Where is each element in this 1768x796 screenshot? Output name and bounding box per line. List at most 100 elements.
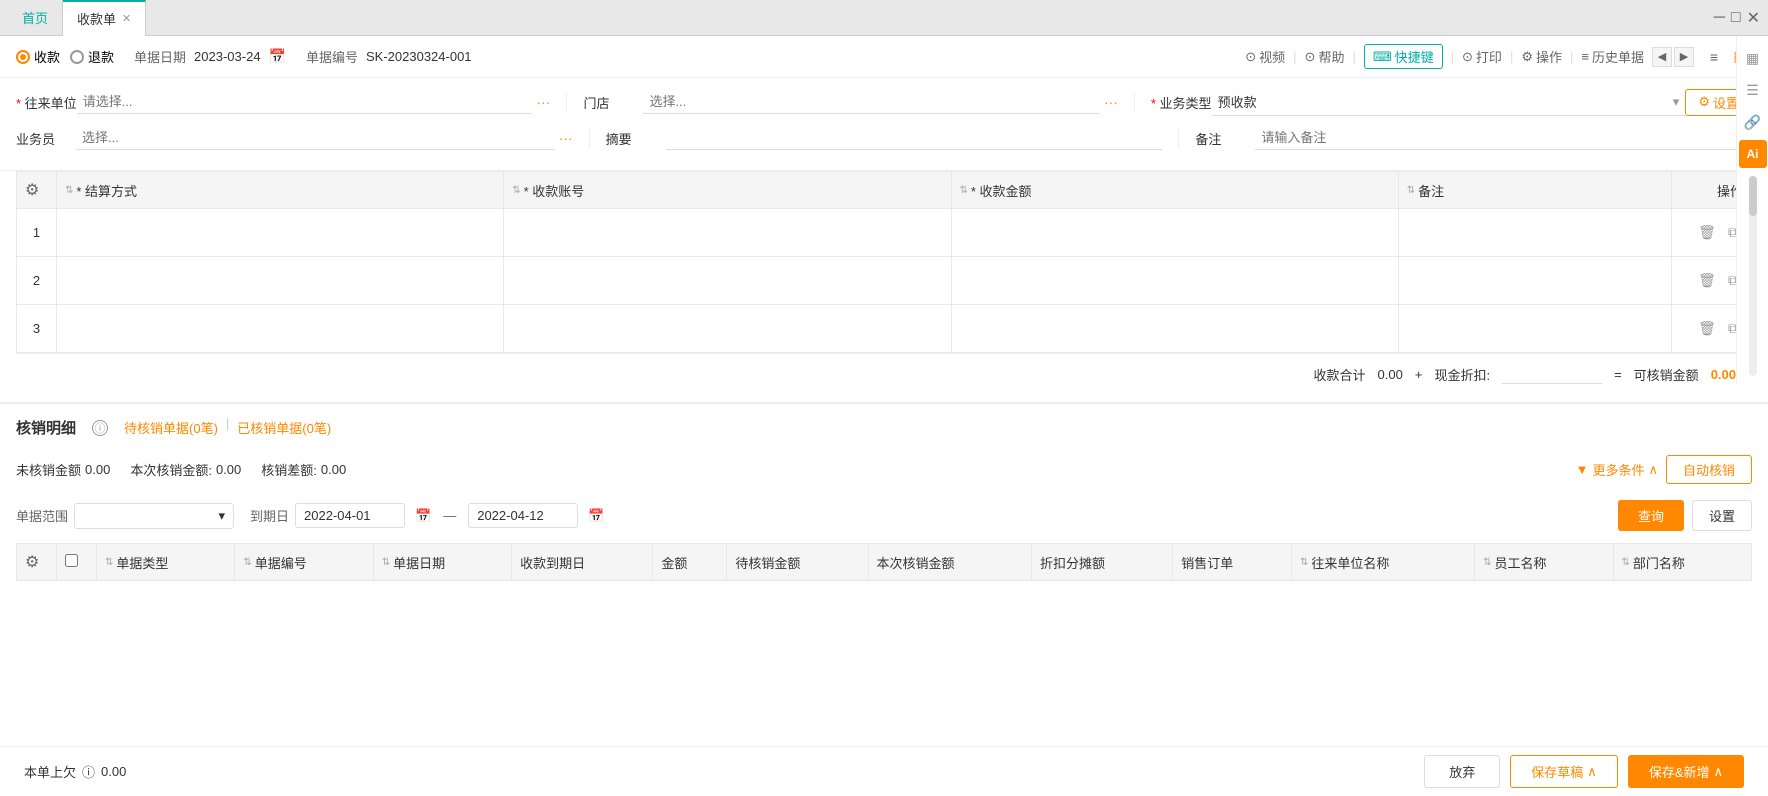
row2-account[interactable] bbox=[504, 257, 951, 305]
prev-arrow[interactable]: ◀ bbox=[1652, 47, 1672, 67]
row1-amount[interactable] bbox=[951, 209, 1398, 257]
video-btn[interactable]: ⊙ 视频 bbox=[1245, 47, 1285, 66]
more-conditions-btn[interactable]: ▼ 更多条件 ∧ bbox=[1576, 460, 1658, 479]
select-all-checkbox[interactable] bbox=[65, 554, 78, 567]
settings2-button[interactable]: 设置 bbox=[1692, 500, 1752, 531]
shortcut-btn[interactable]: ⌨ 快捷键 bbox=[1364, 44, 1443, 69]
maximize-icon[interactable]: □ bbox=[1731, 9, 1741, 27]
help-btn[interactable]: ⊙ 帮助 bbox=[1305, 47, 1345, 66]
minimize-icon[interactable]: ─ bbox=[1714, 9, 1725, 27]
sort-icon: ⇅ bbox=[960, 185, 968, 196]
row3-remarks[interactable] bbox=[1398, 305, 1671, 353]
tab-home[interactable]: 首页 bbox=[8, 0, 63, 36]
auto-hexiao-button[interactable]: 自动核销 bbox=[1666, 455, 1752, 484]
unverified-value: 0.00 bbox=[85, 462, 110, 477]
total-value: 0.00 bbox=[1378, 367, 1403, 382]
scrollbar-thumb[interactable] bbox=[1749, 176, 1757, 216]
th-doctype-label: 单据类型 bbox=[116, 553, 168, 572]
operation-btn[interactable]: ⚙ 操作 bbox=[1521, 47, 1562, 66]
discount-input[interactable] bbox=[1502, 364, 1602, 384]
row2-amount[interactable] bbox=[951, 257, 1398, 305]
biz-type-select[interactable]: 预收款 ▾ bbox=[1212, 88, 1686, 116]
th-duedate-label: 收款到期日 bbox=[520, 556, 585, 571]
delete-icon[interactable]: 🗑 bbox=[1697, 271, 1717, 291]
print-icon: ⊙ bbox=[1462, 49, 1473, 65]
row1-settlement[interactable] bbox=[57, 209, 504, 257]
discount-label: 现金折扣: bbox=[1434, 365, 1490, 384]
history-btn[interactable]: ≡ 历史单据 bbox=[1581, 47, 1644, 66]
doc-date-label: 单据日期 bbox=[134, 47, 186, 66]
next-arrow[interactable]: ▶ bbox=[1674, 47, 1694, 67]
row1-remarks[interactable] bbox=[1398, 209, 1671, 257]
this-verify-stat: 本次核销金额: 0.00 bbox=[130, 460, 241, 479]
info-icon[interactable]: ⓘ bbox=[92, 420, 108, 436]
calendar-to-icon[interactable]: 📅 bbox=[588, 508, 604, 524]
sidebar-list-icon[interactable]: ☰ bbox=[1739, 76, 1767, 104]
range-select[interactable]: ▾ bbox=[74, 503, 234, 529]
counterparty-input[interactable] bbox=[77, 90, 533, 114]
th-remarks-label: 备注 bbox=[1418, 181, 1444, 200]
tab-receipt[interactable]: 收款单 ✕ bbox=[63, 0, 146, 36]
video-icon: ⊙ bbox=[1245, 49, 1256, 65]
delete-icon[interactable]: 🗑 bbox=[1697, 319, 1717, 339]
th-docdate-label: 单据日期 bbox=[393, 553, 445, 572]
print-btn[interactable]: ⊙ 打印 bbox=[1462, 47, 1502, 66]
scrollbar-area bbox=[1749, 176, 1757, 376]
sidebar-table-icon[interactable]: ▦ bbox=[1739, 44, 1767, 72]
tab-pending[interactable]: 待核销单据(0笔) bbox=[124, 416, 218, 439]
doc-date-field: 单据日期 2023-03-24 📅 bbox=[134, 47, 286, 66]
staff-input[interactable] bbox=[76, 126, 555, 150]
bottom-th-doctype: ⇅ 单据类型 bbox=[97, 544, 235, 581]
store-more-icon[interactable]: ··· bbox=[1104, 94, 1118, 110]
save-new-button[interactable]: 保存&新增 ∧ bbox=[1628, 755, 1744, 788]
close-icon[interactable]: ✕ bbox=[122, 12, 131, 25]
radio-refund-circle bbox=[70, 50, 84, 64]
th-settlement-label: * 结算方式 bbox=[76, 181, 137, 200]
row3-amount[interactable] bbox=[951, 305, 1398, 353]
operation-label: 操作 bbox=[1536, 47, 1562, 66]
operation-icon: ⚙ bbox=[1521, 49, 1533, 65]
help-icon: ⊙ bbox=[1305, 49, 1316, 65]
history-label: 历史单据 bbox=[1592, 47, 1644, 66]
print-label: 打印 bbox=[1476, 47, 1502, 66]
query-button[interactable]: 查询 bbox=[1618, 500, 1684, 531]
delete-icon[interactable]: 🗑 bbox=[1697, 223, 1717, 243]
radio-refund[interactable]: 退款 bbox=[70, 47, 114, 66]
row3-account[interactable] bbox=[504, 305, 951, 353]
bottom-actions: 放弃 保存草稿 ∧ 保存&新增 ∧ bbox=[1424, 755, 1744, 788]
bottom-th-saleorder: 销售订单 bbox=[1173, 544, 1292, 581]
gear-icon[interactable]: ⚙ bbox=[25, 554, 39, 571]
doc-no-label: 单据编号 bbox=[306, 47, 358, 66]
shortcut-label: 快捷键 bbox=[1395, 47, 1434, 66]
row2-remarks[interactable] bbox=[1398, 257, 1671, 305]
range-filter-field: 单据范围 ▾ bbox=[16, 503, 234, 529]
store-input[interactable] bbox=[643, 90, 1099, 114]
save-draft-button[interactable]: 保存草稿 ∧ bbox=[1510, 755, 1618, 788]
bottom-th-staff: ⇅ 员工名称 bbox=[1475, 544, 1613, 581]
chevron-up-icon: ∧ bbox=[1648, 462, 1658, 478]
row2-settlement[interactable] bbox=[57, 257, 504, 305]
staff-more-icon[interactable]: ··· bbox=[559, 130, 573, 146]
date-to-input[interactable] bbox=[468, 503, 578, 528]
abandon-button[interactable]: 放弃 bbox=[1424, 755, 1500, 788]
row1-account[interactable] bbox=[504, 209, 951, 257]
row3-settlement[interactable] bbox=[57, 305, 504, 353]
hexiao-header: 核销明细 ⓘ 待核销单据(0笔) | 已核销单据(0笔) bbox=[16, 416, 1752, 439]
sidebar-link-icon[interactable]: 🔗 bbox=[1739, 108, 1767, 136]
sidebar-ai-icon[interactable]: Ai bbox=[1739, 140, 1767, 168]
list-view-icon[interactable]: ≡ bbox=[1702, 46, 1726, 68]
tab-done[interactable]: 已核销单据(0笔) bbox=[237, 416, 331, 439]
filter-right: 查询 设置 bbox=[1618, 500, 1752, 531]
radio-receipt[interactable]: 收款 bbox=[16, 47, 60, 66]
calendar-from-icon[interactable]: 📅 bbox=[415, 508, 431, 524]
remarks-input[interactable] bbox=[1255, 126, 1752, 150]
counterparty-more-icon[interactable]: ··· bbox=[536, 94, 550, 110]
close-window-icon[interactable]: ✕ bbox=[1747, 8, 1760, 28]
row1-no: 1 bbox=[17, 209, 57, 257]
calendar-icon[interactable]: 📅 bbox=[269, 48, 286, 65]
date-from-input[interactable] bbox=[295, 503, 405, 528]
chevron-up-icon: ∧ bbox=[1713, 764, 1723, 780]
summary-input[interactable] bbox=[666, 126, 1163, 150]
table-gear-header: ⚙ bbox=[17, 172, 57, 209]
gear-icon[interactable]: ⚙ bbox=[25, 182, 39, 199]
